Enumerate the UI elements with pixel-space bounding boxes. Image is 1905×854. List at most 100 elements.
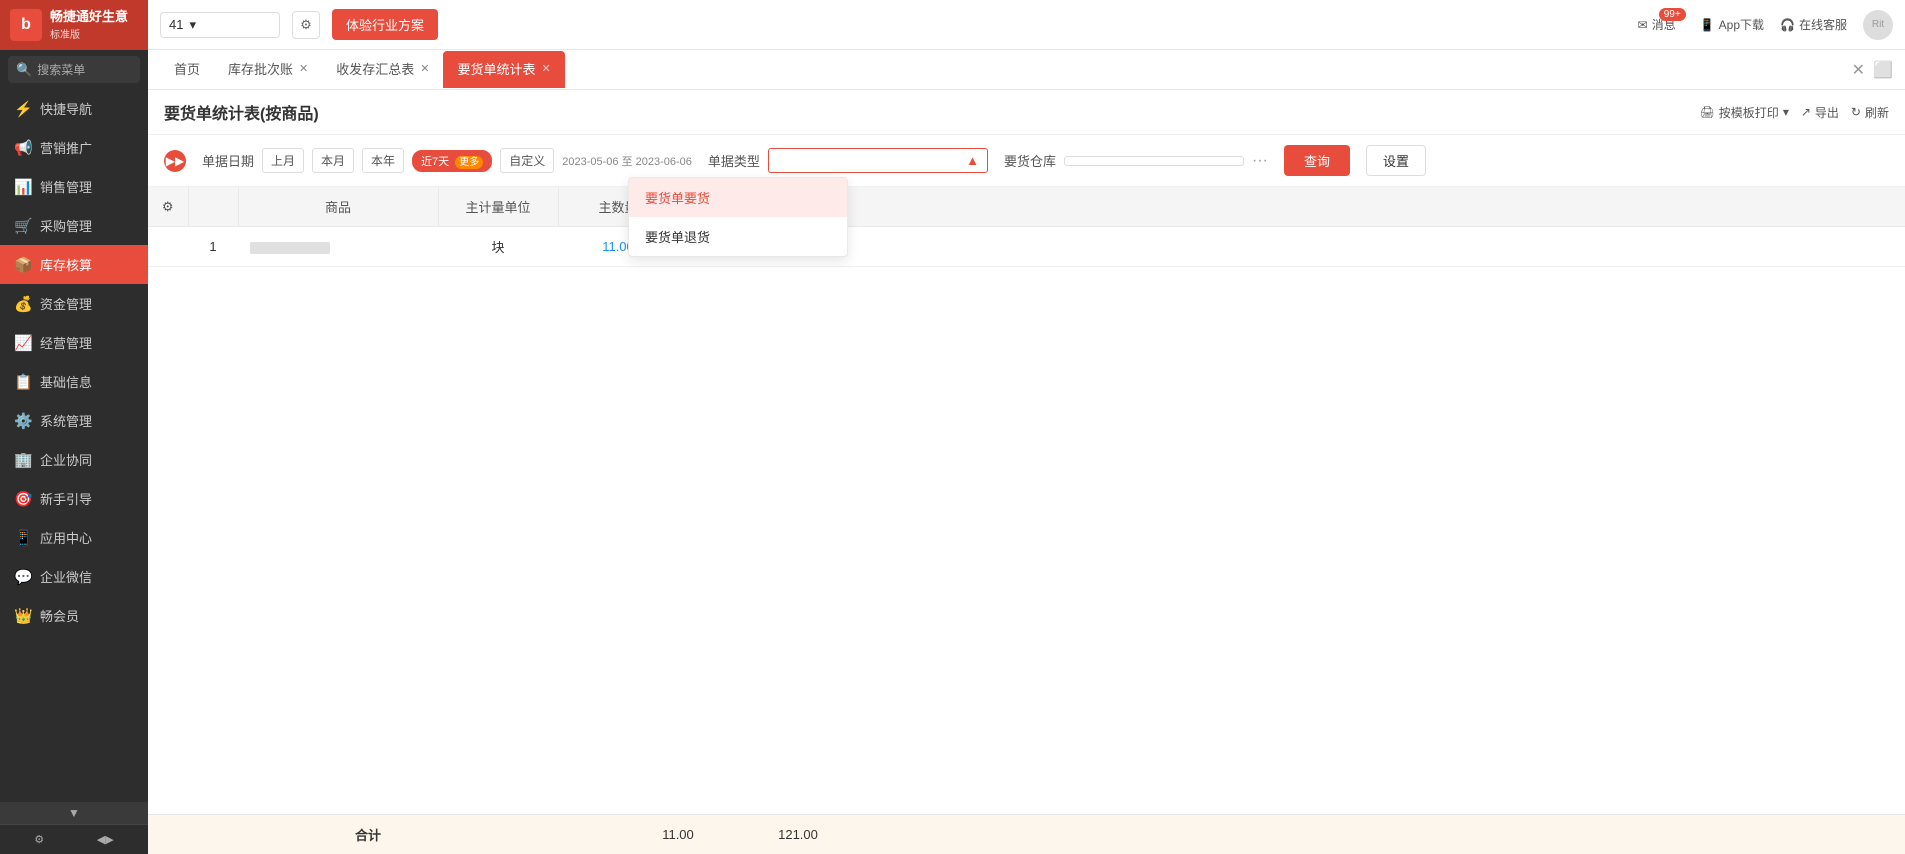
row-settings-cell: [148, 227, 188, 267]
maximize-window-btn[interactable]: ⬜: [1873, 60, 1893, 80]
warehouse-input[interactable]: [1064, 156, 1244, 166]
sidebar-footer: ⚙ ◀▶: [0, 824, 148, 854]
tab-home[interactable]: 首页: [160, 51, 214, 88]
sidebar-item-label: 新手引导: [40, 489, 92, 508]
export-label: 导出: [1815, 104, 1839, 121]
date-filter-group: 单据日期 上月 本月 本年 近7天 更多 自定义 2023-05-06 至 20…: [202, 148, 692, 173]
dropdown-item-requisition-return[interactable]: 要货单退货: [629, 217, 847, 256]
gear-icon: ⚙: [300, 17, 312, 33]
sidebar-item-member[interactable]: 👑 畅会员: [0, 596, 148, 635]
online-service-btn[interactable]: 🎧 在线客服: [1780, 16, 1847, 33]
page-title-bar: 要货单统计表(按商品) 🖨 按模板打印 ▾ ↗ 导出 ↻ 刷新: [148, 90, 1905, 135]
industry-btn[interactable]: 体验行业方案: [332, 9, 438, 40]
sidebar-item-label: 快捷导航: [40, 99, 92, 118]
sidebar-item-label: 销售管理: [40, 177, 92, 196]
col-settings[interactable]: ⚙: [148, 187, 188, 227]
row-extra-cell: [798, 227, 1905, 267]
sidebar-item-enterprise[interactable]: 🏢 企业协同: [0, 440, 148, 479]
date-range-text: 2023-05-06 至 2023-06-06: [562, 153, 692, 169]
search-label: 搜索菜单: [37, 61, 85, 78]
guide-icon: 🎯: [14, 490, 32, 508]
operations-icon: 📈: [14, 334, 32, 352]
quick-nav-icon: ⚡: [14, 100, 32, 118]
tab-home-label: 首页: [174, 59, 200, 78]
date-btn-this-month[interactable]: 本月: [312, 148, 354, 173]
sales-icon: 📊: [14, 178, 32, 196]
sidebar-item-label: 经营管理: [40, 333, 92, 352]
sidebar-item-guide[interactable]: 🎯 新手引导: [0, 479, 148, 518]
tab-requisition-stats[interactable]: 要货单统计表 ✕: [443, 51, 564, 88]
inventory-icon: 📦: [14, 256, 32, 274]
table-footer: 合计 11.00 121.00: [148, 814, 1905, 854]
sidebar-collapse-btn[interactable]: ◀▶: [97, 833, 114, 846]
row-product-cell: [238, 227, 438, 267]
online-service-label: 在线客服: [1799, 16, 1847, 33]
row-index-cell: 1: [188, 227, 238, 267]
sidebar-item-basic[interactable]: 📋 基础信息: [0, 362, 148, 401]
date-btn-last-month[interactable]: 上月: [262, 148, 304, 173]
header-settings-button[interactable]: ⚙: [292, 11, 320, 39]
hot-badge: 更多: [455, 156, 483, 169]
refresh-icon: ↻: [1851, 105, 1861, 119]
avatar[interactable]: Rit: [1863, 10, 1893, 40]
sidebar-item-marketing[interactable]: 📢 营销推广: [0, 128, 148, 167]
sidebar-item-finance[interactable]: 💰 资金管理: [0, 284, 148, 323]
messages-btn[interactable]: ✉ 消息 99+: [1638, 16, 1676, 33]
warehouse-filter-group: 要货仓库 ···: [1004, 151, 1268, 170]
table-header-row: ⚙ 商品 主计量单位 主数量 零售金额: [148, 187, 1905, 227]
date-btn-this-year[interactable]: 本年: [362, 148, 404, 173]
member-icon: 👑: [14, 607, 32, 625]
store-selector[interactable]: 41 ▾: [160, 12, 280, 38]
header-right: ✉ 消息 99+ 📱 App下载 🎧 在线客服 Rit: [1638, 10, 1893, 40]
export-btn[interactable]: ↗ 导出: [1801, 104, 1839, 121]
query-button[interactable]: 查询: [1284, 145, 1350, 176]
refresh-label: 刷新: [1865, 104, 1889, 121]
col-extra: [798, 187, 1905, 227]
tab-inventory-batch[interactable]: 库存批次账 ✕: [214, 51, 322, 88]
sidebar-header: b 畅捷通好生意 标准版: [0, 0, 148, 50]
sidebar-item-wechat[interactable]: 💬 企业微信: [0, 557, 148, 596]
tab-receive-summary-label: 收发存汇总表: [336, 59, 414, 78]
more-filters-btn[interactable]: ···: [1252, 152, 1268, 170]
tab-receive-summary[interactable]: 收发存汇总表 ✕: [322, 51, 443, 88]
data-table: ⚙ 商品 主计量单位 主数量 零售金额 1: [148, 187, 1905, 267]
sidebar-item-purchase[interactable]: 🛒 采购管理: [0, 206, 148, 245]
sidebar-scroll-down[interactable]: ▼: [0, 802, 148, 824]
type-input[interactable]: ▲: [768, 148, 988, 173]
filter-expand-btn[interactable]: ▶▶: [164, 150, 186, 172]
page-title-actions: 🖨 按模板打印 ▾ ↗ 导出 ↻ 刷新: [1700, 104, 1889, 121]
col-index: [188, 187, 238, 227]
app-download-btn[interactable]: 📱 App下载: [1700, 16, 1764, 33]
app-download-label: App下载: [1719, 16, 1764, 33]
sidebar-search[interactable]: 🔍 搜索菜单: [8, 56, 140, 83]
refresh-btn[interactable]: ↻ 刷新: [1851, 104, 1889, 121]
sidebar: b 畅捷通好生意 标准版 🔍 搜索菜单 ⚡ 快捷导航 📢 营销推广 📊 销售管理…: [0, 0, 148, 854]
wechat-icon: 💬: [14, 568, 32, 586]
sidebar-item-label: 系统管理: [40, 411, 92, 430]
sidebar-item-operations[interactable]: 📈 经营管理: [0, 323, 148, 362]
sidebar-item-label: 资金管理: [40, 294, 92, 313]
settings-button[interactable]: 设置: [1366, 145, 1426, 176]
sidebar-item-quick-nav[interactable]: ⚡ 快捷导航: [0, 89, 148, 128]
download-icon: 📱: [1700, 18, 1715, 32]
recent7-label: 近7天: [421, 156, 449, 168]
sidebar-item-label: 企业协同: [40, 450, 92, 469]
messages-badge: 99+: [1659, 8, 1686, 21]
system-icon: ⚙️: [14, 412, 32, 430]
sidebar-item-app-center[interactable]: 📱 应用中心: [0, 518, 148, 557]
sidebar-item-system[interactable]: ⚙️ 系统管理: [0, 401, 148, 440]
sidebar-settings-btn[interactable]: ⚙: [34, 833, 44, 846]
tab-receive-summary-close[interactable]: ✕: [420, 62, 429, 75]
sidebar-item-inventory[interactable]: 📦 库存核算: [0, 245, 148, 284]
app-title-group: 畅捷通好生意 标准版: [50, 9, 128, 41]
tab-requisition-stats-close[interactable]: ✕: [542, 62, 551, 75]
sidebar-item-sales[interactable]: 📊 销售管理: [0, 167, 148, 206]
close-window-btn[interactable]: ✕: [1852, 60, 1865, 80]
purchase-icon: 🛒: [14, 217, 32, 235]
date-btn-recent7[interactable]: 近7天 更多: [412, 150, 492, 172]
print-template-btn[interactable]: 🖨 按模板打印 ▾: [1700, 104, 1789, 121]
tab-inventory-batch-close[interactable]: ✕: [299, 62, 308, 75]
sidebar-item-label: 企业微信: [40, 567, 92, 586]
dropdown-item-requisition-order[interactable]: 要货单要货: [629, 178, 847, 217]
date-btn-custom[interactable]: 自定义: [500, 148, 554, 173]
